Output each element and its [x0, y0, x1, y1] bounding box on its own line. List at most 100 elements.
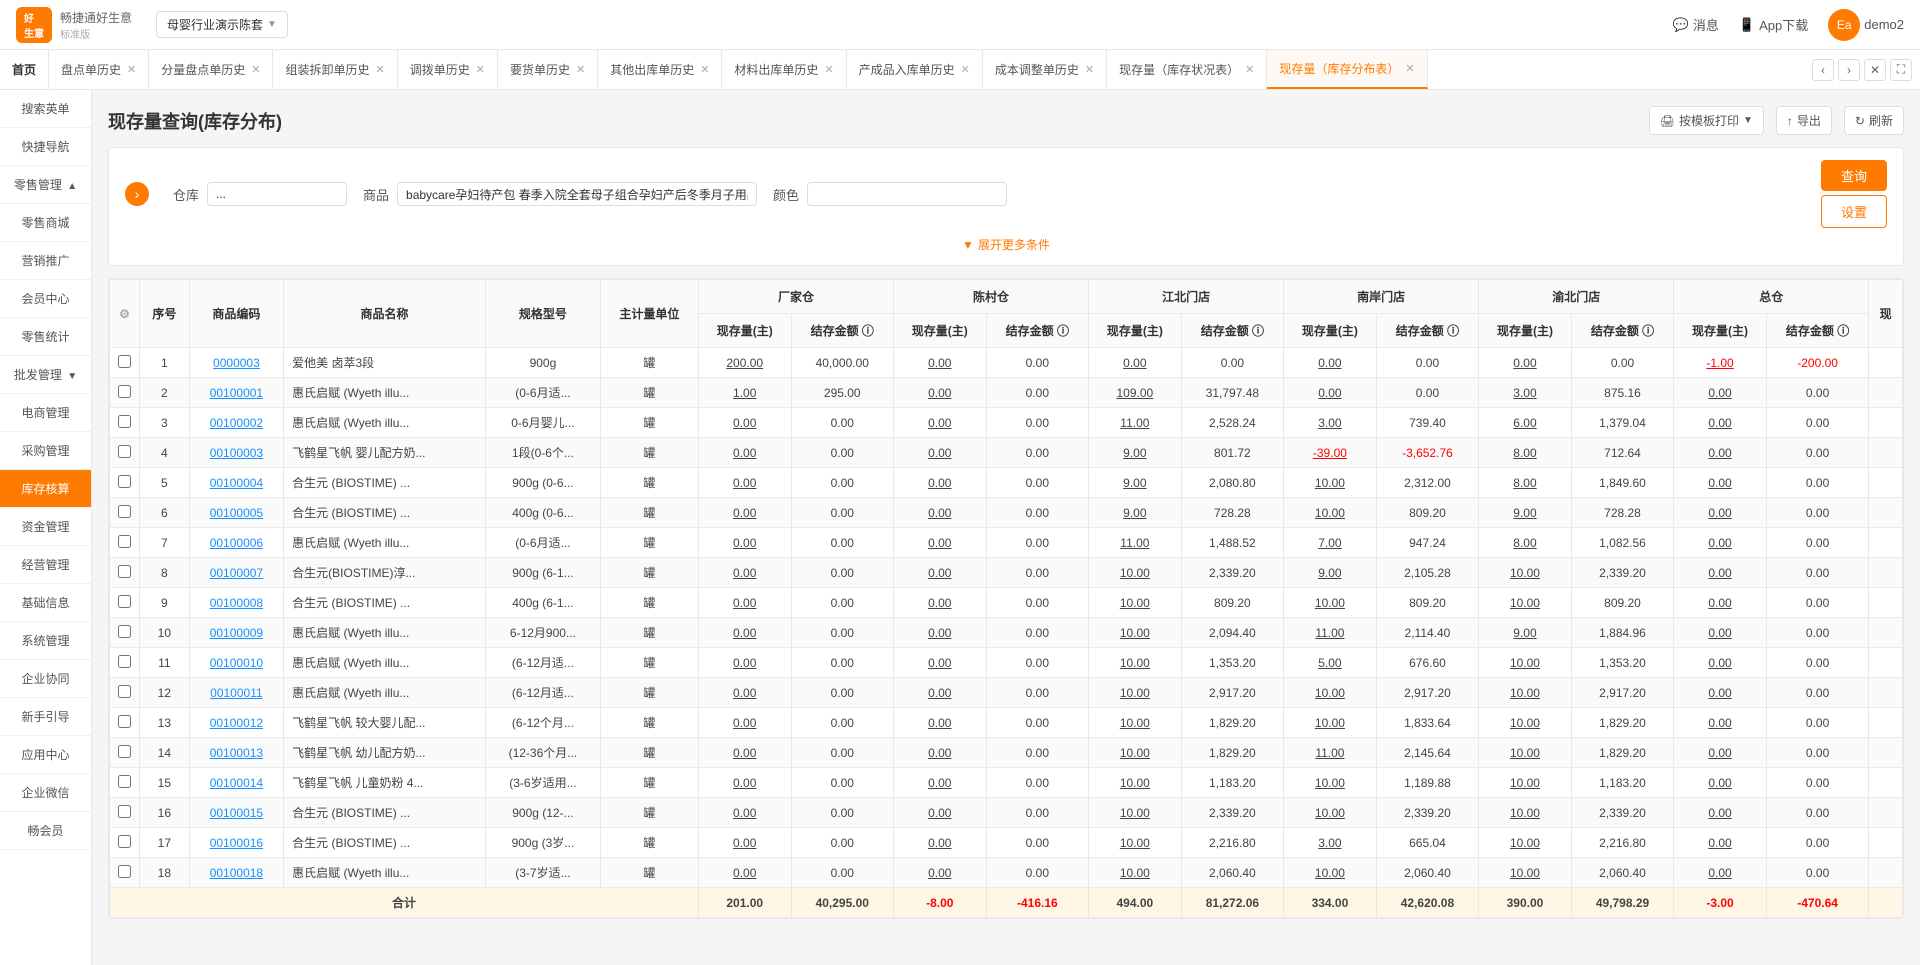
tab-1[interactable]: 盘点单历史 ✕: [49, 50, 149, 89]
row-chencu-qty[interactable]: 0.00: [893, 648, 986, 678]
row-code[interactable]: 00100004: [189, 468, 283, 498]
row-yubei-qty[interactable]: 10.00: [1479, 738, 1572, 768]
row-jiangbei-qty[interactable]: 10.00: [1089, 828, 1182, 858]
refresh-btn[interactable]: ↻ 刷新: [1844, 106, 1904, 135]
row-checkbox[interactable]: [110, 408, 140, 438]
row-chencu-qty[interactable]: 0.00: [893, 798, 986, 828]
export-btn[interactable]: ↑ 导出: [1776, 106, 1832, 135]
close-icon[interactable]: ✕: [476, 63, 485, 76]
row-code[interactable]: 00100015: [189, 798, 283, 828]
tab-expand-btn[interactable]: ⛶: [1890, 59, 1912, 81]
row-jiangbei-qty[interactable]: 10.00: [1089, 588, 1182, 618]
tab-11[interactable]: 现存量（库存分布表） ✕: [1267, 50, 1427, 89]
sidebar-item-marketing[interactable]: 营销推广: [0, 242, 91, 280]
row-jiangbei-qty[interactable]: 10.00: [1089, 618, 1182, 648]
search-button[interactable]: 查询: [1821, 160, 1887, 191]
row-chencu-qty[interactable]: 0.00: [893, 438, 986, 468]
row-code[interactable]: 00100018: [189, 858, 283, 888]
row-nanan-qty[interactable]: 10.00: [1284, 588, 1377, 618]
row-factory-qty[interactable]: 0.00: [698, 558, 791, 588]
setting-button[interactable]: 设置: [1821, 195, 1887, 228]
row-yubei-qty[interactable]: 9.00: [1479, 618, 1572, 648]
row-code[interactable]: 0000003: [189, 348, 283, 378]
row-total-qty[interactable]: 0.00: [1674, 798, 1767, 828]
row-nanan-qty[interactable]: 11.00: [1284, 618, 1377, 648]
row-yubei-qty[interactable]: 10.00: [1479, 678, 1572, 708]
row-nanan-qty[interactable]: 10.00: [1284, 768, 1377, 798]
row-jiangbei-qty[interactable]: 10.00: [1089, 798, 1182, 828]
row-nanan-qty[interactable]: 10.00: [1284, 708, 1377, 738]
tab-home[interactable]: 首页: [0, 50, 49, 89]
expand-conditions[interactable]: ▼ 展开更多条件: [125, 236, 1887, 253]
row-code[interactable]: 00100001: [189, 378, 283, 408]
row-factory-qty[interactable]: 0.00: [698, 468, 791, 498]
row-code[interactable]: 00100003: [189, 438, 283, 468]
tab-5[interactable]: 要货单历史 ✕: [498, 50, 598, 89]
tab-2[interactable]: 分量盘点单历史 ✕: [149, 50, 273, 89]
close-icon[interactable]: ✕: [700, 63, 709, 76]
tab-next-btn[interactable]: ›: [1838, 59, 1860, 81]
row-total-qty[interactable]: 0.00: [1674, 378, 1767, 408]
tab-6[interactable]: 其他出库单历史 ✕: [598, 50, 722, 89]
close-icon[interactable]: ✕: [376, 63, 385, 76]
collapse-btn[interactable]: ›: [125, 182, 149, 206]
sidebar-item-purchase[interactable]: 采购管理: [0, 432, 91, 470]
user-menu[interactable]: Ea demo2: [1828, 9, 1904, 41]
row-checkbox[interactable]: [110, 618, 140, 648]
row-total-qty[interactable]: 0.00: [1674, 648, 1767, 678]
tab-10[interactable]: 现存量（库存状况表） ✕: [1107, 50, 1267, 89]
row-nanan-qty[interactable]: 5.00: [1284, 648, 1377, 678]
row-checkbox[interactable]: [110, 588, 140, 618]
row-factory-qty[interactable]: 0.00: [698, 708, 791, 738]
row-yubei-qty[interactable]: 0.00: [1479, 348, 1572, 378]
row-total-qty[interactable]: 0.00: [1674, 738, 1767, 768]
row-total-qty[interactable]: 0.00: [1674, 768, 1767, 798]
row-checkbox[interactable]: [110, 708, 140, 738]
row-chencu-qty[interactable]: 0.00: [893, 708, 986, 738]
row-jiangbei-qty[interactable]: 10.00: [1089, 678, 1182, 708]
sidebar-item-retail[interactable]: 零售管理 ▲: [0, 166, 91, 204]
row-yubei-qty[interactable]: 6.00: [1479, 408, 1572, 438]
close-icon[interactable]: ✕: [251, 63, 260, 76]
row-checkbox[interactable]: [110, 858, 140, 888]
row-code[interactable]: 00100011: [189, 678, 283, 708]
row-code[interactable]: 00100007: [189, 558, 283, 588]
row-factory-qty[interactable]: 0.00: [698, 648, 791, 678]
sidebar-item-inventory[interactable]: 库存核算: [0, 470, 91, 508]
row-code[interactable]: 00100013: [189, 738, 283, 768]
row-jiangbei-qty[interactable]: 10.00: [1089, 858, 1182, 888]
row-nanan-qty[interactable]: 9.00: [1284, 558, 1377, 588]
app-download-btn[interactable]: 📱 App下载: [1739, 15, 1808, 34]
row-yubei-qty[interactable]: 8.00: [1479, 468, 1572, 498]
row-yubei-qty[interactable]: 10.00: [1479, 768, 1572, 798]
row-chencu-qty[interactable]: 0.00: [893, 768, 986, 798]
row-yubei-qty[interactable]: 3.00: [1479, 378, 1572, 408]
sidebar-item-member[interactable]: 会员中心: [0, 280, 91, 318]
row-factory-qty[interactable]: 0.00: [698, 438, 791, 468]
tab-9[interactable]: 成本调整单历史 ✕: [983, 50, 1107, 89]
row-chencu-qty[interactable]: 0.00: [893, 498, 986, 528]
row-code[interactable]: 00100014: [189, 768, 283, 798]
sidebar-item-wechat[interactable]: 企业微信: [0, 774, 91, 812]
row-chencu-qty[interactable]: 0.00: [893, 558, 986, 588]
row-factory-qty[interactable]: 0.00: [698, 498, 791, 528]
row-total-qty[interactable]: 0.00: [1674, 558, 1767, 588]
row-yubei-qty[interactable]: 10.00: [1479, 828, 1572, 858]
row-factory-qty[interactable]: 0.00: [698, 588, 791, 618]
row-nanan-qty[interactable]: 0.00: [1284, 348, 1377, 378]
row-yubei-qty[interactable]: 10.00: [1479, 558, 1572, 588]
row-factory-qty[interactable]: 0.00: [698, 528, 791, 558]
row-nanan-qty[interactable]: 3.00: [1284, 408, 1377, 438]
row-jiangbei-qty[interactable]: 9.00: [1089, 438, 1182, 468]
row-total-qty[interactable]: 0.00: [1674, 858, 1767, 888]
sidebar-item-retail-stat[interactable]: 零售统计: [0, 318, 91, 356]
tab-prev-btn[interactable]: ‹: [1812, 59, 1834, 81]
row-checkbox[interactable]: [110, 558, 140, 588]
row-nanan-qty[interactable]: 10.00: [1284, 858, 1377, 888]
tab-3[interactable]: 组装拆卸单历史 ✕: [273, 50, 397, 89]
close-icon[interactable]: ✕: [824, 63, 833, 76]
sidebar-item-mall[interactable]: 零售商城: [0, 204, 91, 242]
row-total-qty[interactable]: 0.00: [1674, 468, 1767, 498]
close-icon[interactable]: ✕: [127, 63, 136, 76]
row-checkbox[interactable]: [110, 648, 140, 678]
